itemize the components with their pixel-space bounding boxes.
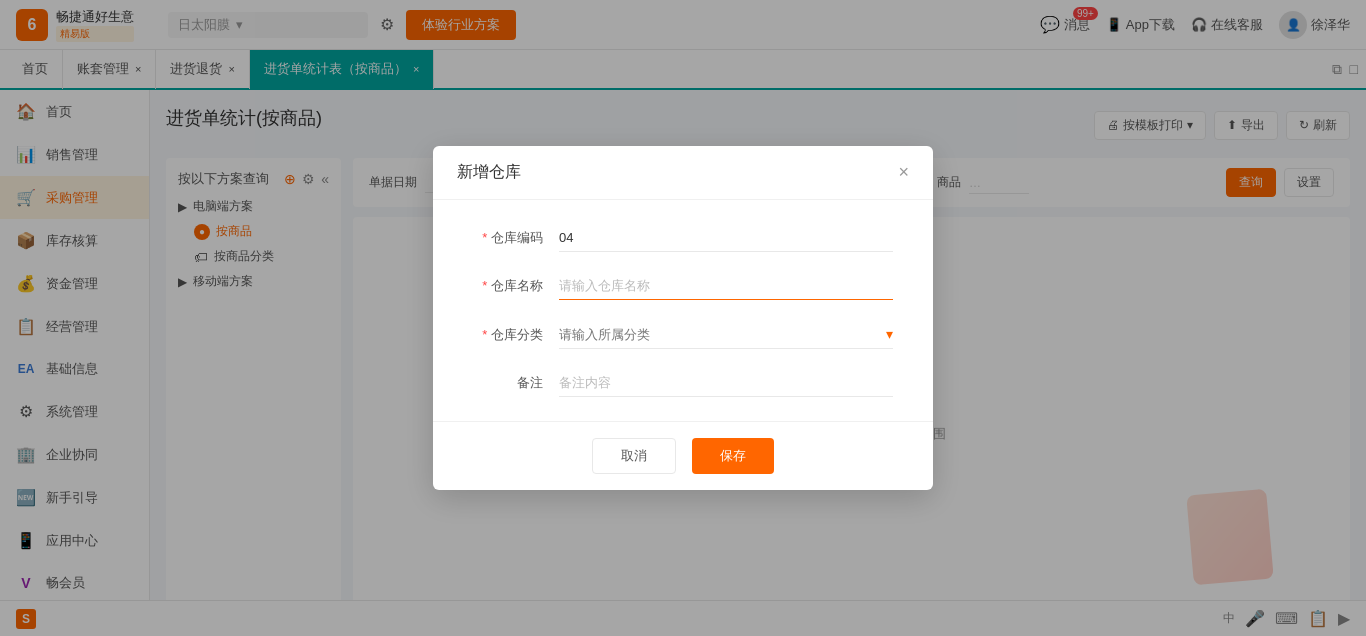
warehouse-note-row: 备注 [473, 369, 893, 397]
save-button[interactable]: 保存 [692, 438, 774, 474]
note-label: 备注 [473, 374, 543, 392]
modal-close-button[interactable]: × [898, 162, 909, 183]
warehouse-name-row: 仓库名称 [473, 272, 893, 300]
modal-body: 仓库编码 仓库名称 仓库分类 ▾ 备注 [433, 200, 933, 421]
modal-header: 新增仓库 × [433, 146, 933, 200]
note-input[interactable] [559, 369, 893, 397]
code-label: 仓库编码 [473, 229, 543, 247]
category-dropdown-icon: ▾ [886, 326, 893, 342]
cancel-button[interactable]: 取消 [592, 438, 676, 474]
name-label: 仓库名称 [473, 277, 543, 295]
add-warehouse-modal: 新增仓库 × 仓库编码 仓库名称 仓库分类 ▾ [433, 146, 933, 490]
warehouse-category-row: 仓库分类 ▾ [473, 320, 893, 349]
warehouse-name-input[interactable] [559, 272, 893, 300]
category-label: 仓库分类 [473, 326, 543, 344]
category-input[interactable] [559, 327, 886, 342]
category-select[interactable]: ▾ [559, 320, 893, 349]
warehouse-code-row: 仓库编码 [473, 224, 893, 252]
modal-title: 新增仓库 [457, 162, 521, 183]
modal-footer: 取消 保存 [433, 421, 933, 490]
modal-overlay[interactable]: 新增仓库 × 仓库编码 仓库名称 仓库分类 ▾ [0, 0, 1366, 636]
warehouse-code-input[interactable] [559, 224, 893, 252]
